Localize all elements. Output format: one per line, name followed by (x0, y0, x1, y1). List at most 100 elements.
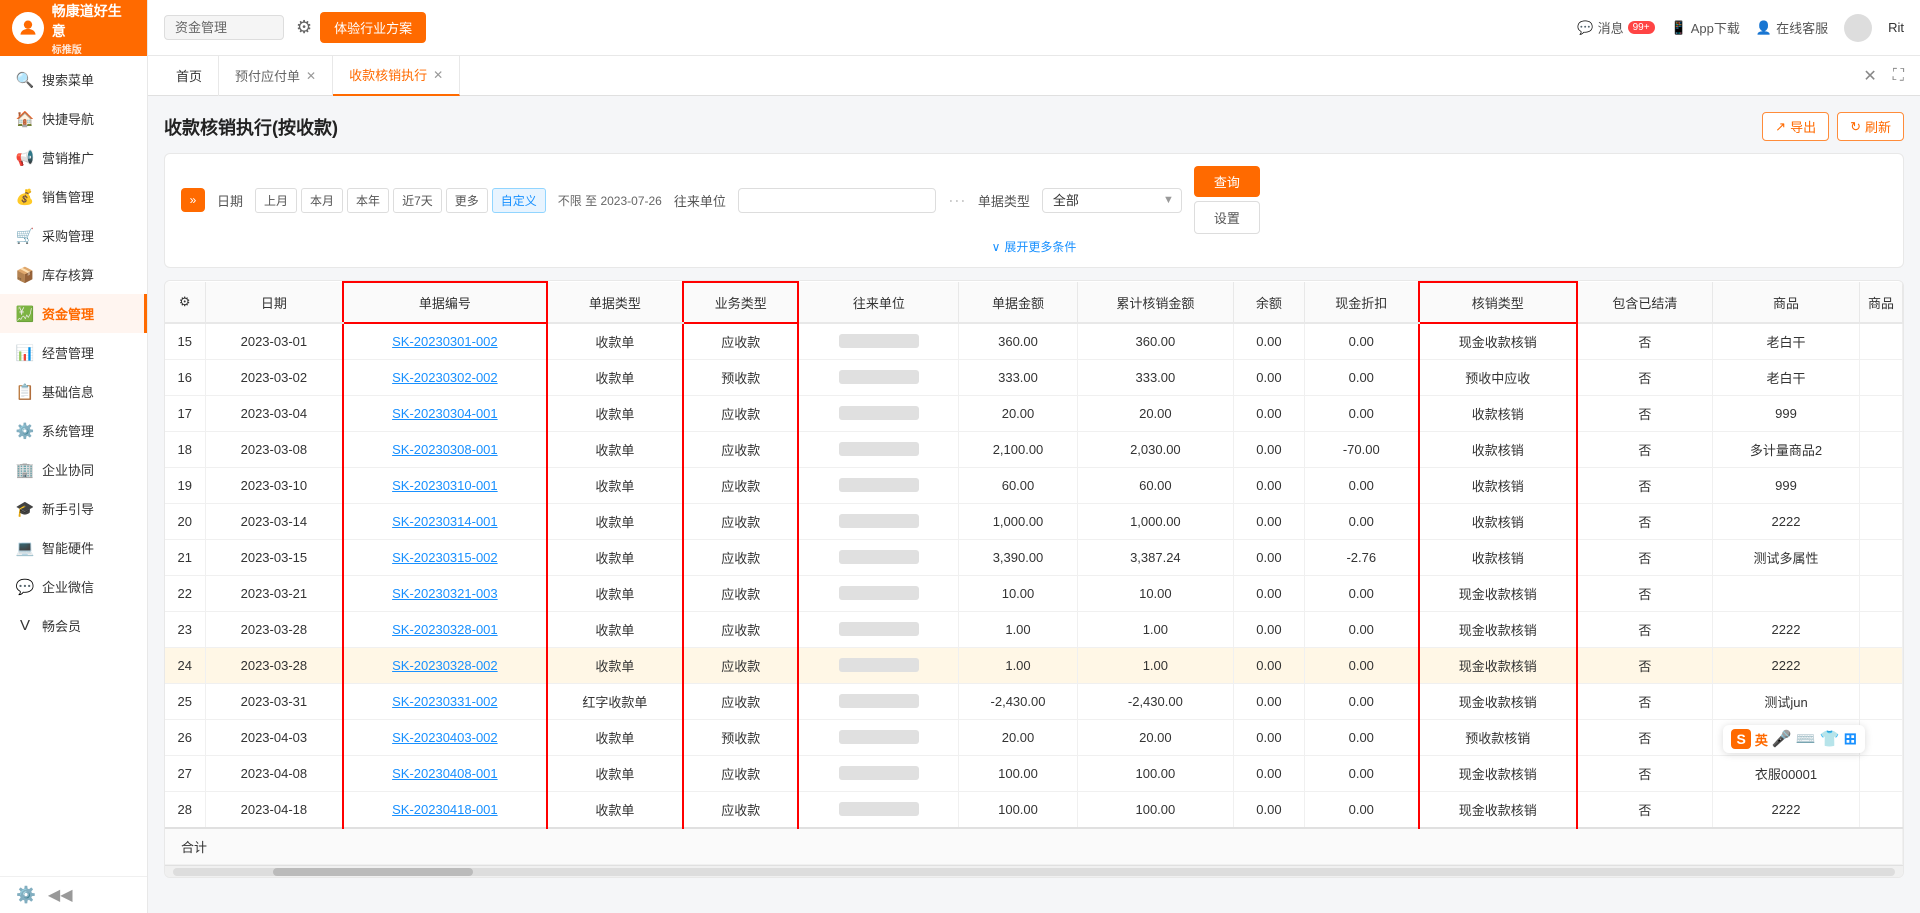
sidebar-item-purchase[interactable]: 🛒 采购管理 (0, 216, 147, 255)
tab-bar: 首页 预付应付单 ✕ 收款核销执行 ✕ ✕ ⛶ (148, 56, 1920, 96)
sidebar-label-wechat: 企业微信 (42, 577, 94, 596)
sidebar-label-search-menu: 搜索菜单 (42, 70, 94, 89)
online-service-action[interactable]: 👤 在线客服 (1756, 18, 1828, 37)
sidebar-icon-guide: 🎓 (16, 500, 34, 518)
refresh-btn[interactable]: ↻ 刷新 (1837, 112, 1904, 141)
cell-doc-no: SK-20230418-001 (343, 792, 546, 829)
date-btn-7days[interactable]: 近7天 (393, 188, 442, 213)
doc-no-link[interactable]: SK-20230328-001 (392, 622, 498, 637)
tab-pre-payment[interactable]: 预付应付单 ✕ (219, 56, 333, 96)
table-row: 23 2023-03-28 SK-20230328-001 收款单 应收款 1.… (165, 612, 1903, 648)
query-btn[interactable]: 查询 (1194, 166, 1260, 197)
tab-expand-icon[interactable]: ⛶ (1889, 63, 1908, 89)
th-date: 日期 (205, 282, 343, 323)
tab-bar-actions: ✕ ⛶ (1859, 62, 1908, 90)
scroll-bar[interactable] (165, 865, 1903, 877)
sidebar: 畅康道好生意 标推版 🔍 搜索菜单 🏠 快捷导航 📢 营销推广 💰 销售管理 🛒… (0, 0, 148, 913)
cell-no: 22 (165, 576, 205, 612)
tab-close-all-icon[interactable]: ✕ (1859, 62, 1880, 90)
sidebar-item-inventory[interactable]: 📦 库存核算 (0, 255, 147, 294)
filter-settings-btn[interactable]: 设置 (1194, 201, 1260, 234)
sidebar-item-enterprise[interactable]: 🏢 企业协同 (0, 450, 147, 489)
cell-date: 2023-03-14 (205, 504, 343, 540)
date-btn-this-year[interactable]: 本年 (347, 188, 389, 213)
brand-grid[interactable]: ⊞ (1844, 729, 1857, 749)
cell-date: 2023-03-15 (205, 540, 343, 576)
cell-customer (798, 648, 958, 684)
cell-balance: 0.00 (1234, 396, 1305, 432)
user-avatar[interactable] (1844, 14, 1872, 42)
doc-no-link[interactable]: SK-20230328-002 (392, 658, 498, 673)
filter-expand-btn[interactable]: » (181, 188, 205, 212)
tab-pre-payment-close[interactable]: ✕ (306, 69, 316, 83)
cell-written-off: -2,430.00 (1077, 684, 1233, 720)
message-action[interactable]: 💬 消息 99+ (1577, 18, 1654, 37)
sidebar-item-marketing[interactable]: 📢 营销推广 (0, 138, 147, 177)
tab-home[interactable]: 首页 (160, 56, 219, 96)
doc-no-link[interactable]: SK-20230321-003 (392, 586, 498, 601)
doc-no-link[interactable]: SK-20230408-001 (392, 766, 498, 781)
cell-no: 25 (165, 684, 205, 720)
brand-shirt[interactable]: 👕 (1820, 729, 1840, 749)
doc-no-link[interactable]: SK-20230301-002 (392, 334, 498, 349)
th-settings[interactable]: ⚙ (165, 282, 205, 323)
date-btn-custom[interactable]: 自定义 (492, 188, 546, 213)
industry-btn[interactable]: 体验行业方案 (320, 12, 426, 43)
doc-no-link[interactable]: SK-20230308-001 (392, 442, 498, 457)
app-download-action[interactable]: 📱 App下载 (1671, 18, 1740, 37)
sidebar-item-sales[interactable]: 💰 销售管理 (0, 177, 147, 216)
cell-doc-no: SK-20230302-002 (343, 360, 546, 396)
brand-keyboard[interactable]: ⌨️ (1796, 729, 1816, 749)
sidebar-item-guide[interactable]: 🎓 新手引导 (0, 489, 147, 528)
cell-product: 衣服00001 (1713, 756, 1860, 792)
filter-row-1: » 日期 上月 本月 本年 近7天 更多 自定义 不限 至 2023-07-26… (181, 166, 1887, 234)
sidebar-icon-operation: 📊 (16, 344, 34, 362)
tab-collection-close[interactable]: ✕ (433, 68, 443, 82)
cell-customer (798, 323, 958, 360)
receipt-type-select[interactable]: 全部 (1042, 188, 1182, 213)
sidebar-item-quick-nav[interactable]: 🏠 快捷导航 (0, 99, 147, 138)
date-btn-prev-month[interactable]: 上月 (255, 188, 297, 213)
sidebar-item-member[interactable]: V 畅会员 (0, 606, 147, 645)
doc-no-link[interactable]: SK-20230315-002 (392, 550, 498, 565)
doc-no-link[interactable]: SK-20230331-002 (392, 694, 498, 709)
cell-product: 999 (1713, 396, 1860, 432)
export-btn[interactable]: ↗ 导出 (1762, 112, 1829, 141)
sidebar-item-system[interactable]: ⚙️ 系统管理 (0, 411, 147, 450)
cell-include-cleared: 否 (1577, 720, 1713, 756)
sidebar-bottom: ⚙️ ◀◀ (0, 876, 147, 913)
doc-no-link[interactable]: SK-20230418-001 (392, 802, 498, 817)
sidebar-item-basic-info[interactable]: 📋 基础信息 (0, 372, 147, 411)
sidebar-item-wechat[interactable]: 💬 企业微信 (0, 567, 147, 606)
sidebar-settings-icon[interactable]: ⚙️ (16, 885, 36, 905)
date-btn-this-month[interactable]: 本月 (301, 188, 343, 213)
tab-collection-exec[interactable]: 收款核销执行 ✕ (333, 56, 460, 96)
date-btn-more[interactable]: 更多 (446, 188, 488, 213)
cell-amount: 20.00 (959, 720, 1077, 756)
cell-cash-discount: -2.76 (1304, 540, 1418, 576)
expand-conditions[interactable]: ∨ 展开更多条件 (181, 238, 1887, 255)
breadcrumb-select[interactable]: 资金管理 (164, 15, 284, 40)
receipt-type-label: 单据类型 (978, 191, 1030, 210)
sidebar-item-search-menu[interactable]: 🔍 搜索菜单 (0, 60, 147, 99)
doc-no-link[interactable]: SK-20230310-001 (392, 478, 498, 493)
doc-no-link[interactable]: SK-20230403-002 (392, 730, 498, 745)
th-product2: 商品 (1859, 282, 1902, 323)
doc-no-link[interactable]: SK-20230314-001 (392, 514, 498, 529)
cell-no: 27 (165, 756, 205, 792)
cell-date: 2023-03-28 (205, 612, 343, 648)
cell-written-off: 360.00 (1077, 323, 1233, 360)
doc-no-link[interactable]: SK-20230304-001 (392, 406, 498, 421)
doc-no-link[interactable]: SK-20230302-002 (392, 370, 498, 385)
sidebar-item-finance[interactable]: 💹 资金管理 (0, 294, 147, 333)
sidebar-icon-inventory: 📦 (16, 266, 34, 284)
cell-include-cleared: 否 (1577, 648, 1713, 684)
header-settings-icon[interactable]: ⚙ (296, 17, 312, 38)
brand-mic[interactable]: 🎤 (1772, 729, 1792, 749)
customer-input[interactable] (738, 188, 936, 213)
cell-cash-discount: 0.00 (1304, 576, 1418, 612)
cell-amount: 60.00 (959, 468, 1077, 504)
sidebar-collapse-icon[interactable]: ◀◀ (48, 885, 73, 905)
sidebar-item-hardware[interactable]: 💻 智能硬件 (0, 528, 147, 567)
sidebar-item-operation[interactable]: 📊 经营管理 (0, 333, 147, 372)
